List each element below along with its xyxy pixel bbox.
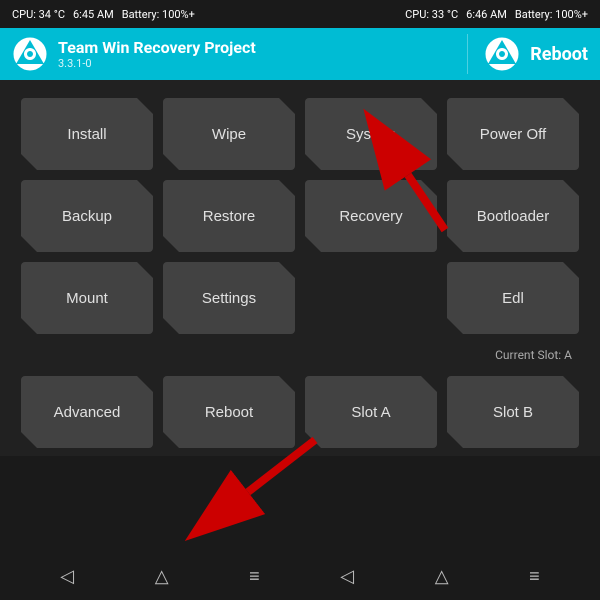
header-subtitle: 3.3.1-0	[58, 57, 256, 70]
nav-bar: ◁ △ ≡ ◁ △ ≡	[0, 552, 600, 600]
nav-menu-icon[interactable]: ≡	[249, 566, 260, 587]
poweroff-button[interactable]: Power Off	[447, 98, 579, 170]
button-row-4: Advanced Reboot Slot A Slot B	[14, 376, 586, 448]
edl-button[interactable]: Edl	[447, 262, 579, 334]
advanced-button[interactable]: Advanced	[21, 376, 153, 448]
reboot-logo	[484, 36, 520, 72]
slot-info-text: Current Slot: A	[495, 348, 572, 362]
empty-button-3	[305, 262, 437, 334]
nav-menu2-icon[interactable]: ≡	[529, 566, 540, 587]
bootloader-button[interactable]: Bootloader	[447, 180, 579, 252]
button-row-2: Backup Restore Recovery Bootloader	[14, 180, 586, 252]
slota-button[interactable]: Slot A	[305, 376, 437, 448]
twrp-logo	[12, 36, 48, 72]
slot-info-row: Current Slot: A	[14, 344, 586, 366]
right-time: 6:46 AM	[466, 8, 507, 21]
slotb-button[interactable]: Slot B	[447, 376, 579, 448]
header-right: Reboot	[484, 36, 588, 72]
right-battery: Battery: 100%+	[515, 8, 588, 21]
left-battery: Battery: 100%+	[122, 8, 195, 21]
system-button[interactable]: System	[305, 98, 437, 170]
left-time: 6:45 AM	[73, 8, 114, 21]
main-area: Install Wipe System Power Off Backup Res…	[0, 80, 600, 456]
header-reboot-title: Reboot	[530, 44, 588, 65]
app-header: Team Win Recovery Project 3.3.1-0 Reboot	[0, 28, 600, 80]
nav-home2-icon[interactable]: △	[435, 566, 449, 587]
header-title-block: Team Win Recovery Project 3.3.1-0	[58, 38, 256, 70]
settings-button[interactable]: Settings	[163, 262, 295, 334]
right-cpu: CPU: 33 °C	[405, 8, 458, 21]
reboot-button[interactable]: Reboot	[163, 376, 295, 448]
button-row-1: Install Wipe System Power Off	[14, 98, 586, 170]
status-right: CPU: 33 °C 6:46 AM Battery: 100%+	[405, 8, 588, 21]
nav-back2-icon[interactable]: ◁	[340, 566, 354, 587]
wipe-button[interactable]: Wipe	[163, 98, 295, 170]
header-left: Team Win Recovery Project 3.3.1-0	[12, 36, 451, 72]
button-row-3: Mount Settings Edl	[14, 262, 586, 334]
status-left: CPU: 34 °C 6:45 AM Battery: 100%+	[12, 8, 195, 21]
status-bar: CPU: 34 °C 6:45 AM Battery: 100%+ CPU: 3…	[0, 0, 600, 28]
mount-button[interactable]: Mount	[21, 262, 153, 334]
restore-button[interactable]: Restore	[163, 180, 295, 252]
header-divider	[467, 34, 468, 74]
left-cpu: CPU: 34 °C	[12, 8, 65, 21]
install-button[interactable]: Install	[21, 98, 153, 170]
backup-button[interactable]: Backup	[21, 180, 153, 252]
nav-home-icon[interactable]: △	[155, 566, 169, 587]
recovery-button[interactable]: Recovery	[305, 180, 437, 252]
nav-back-icon[interactable]: ◁	[60, 566, 74, 587]
header-title: Team Win Recovery Project	[58, 38, 256, 57]
